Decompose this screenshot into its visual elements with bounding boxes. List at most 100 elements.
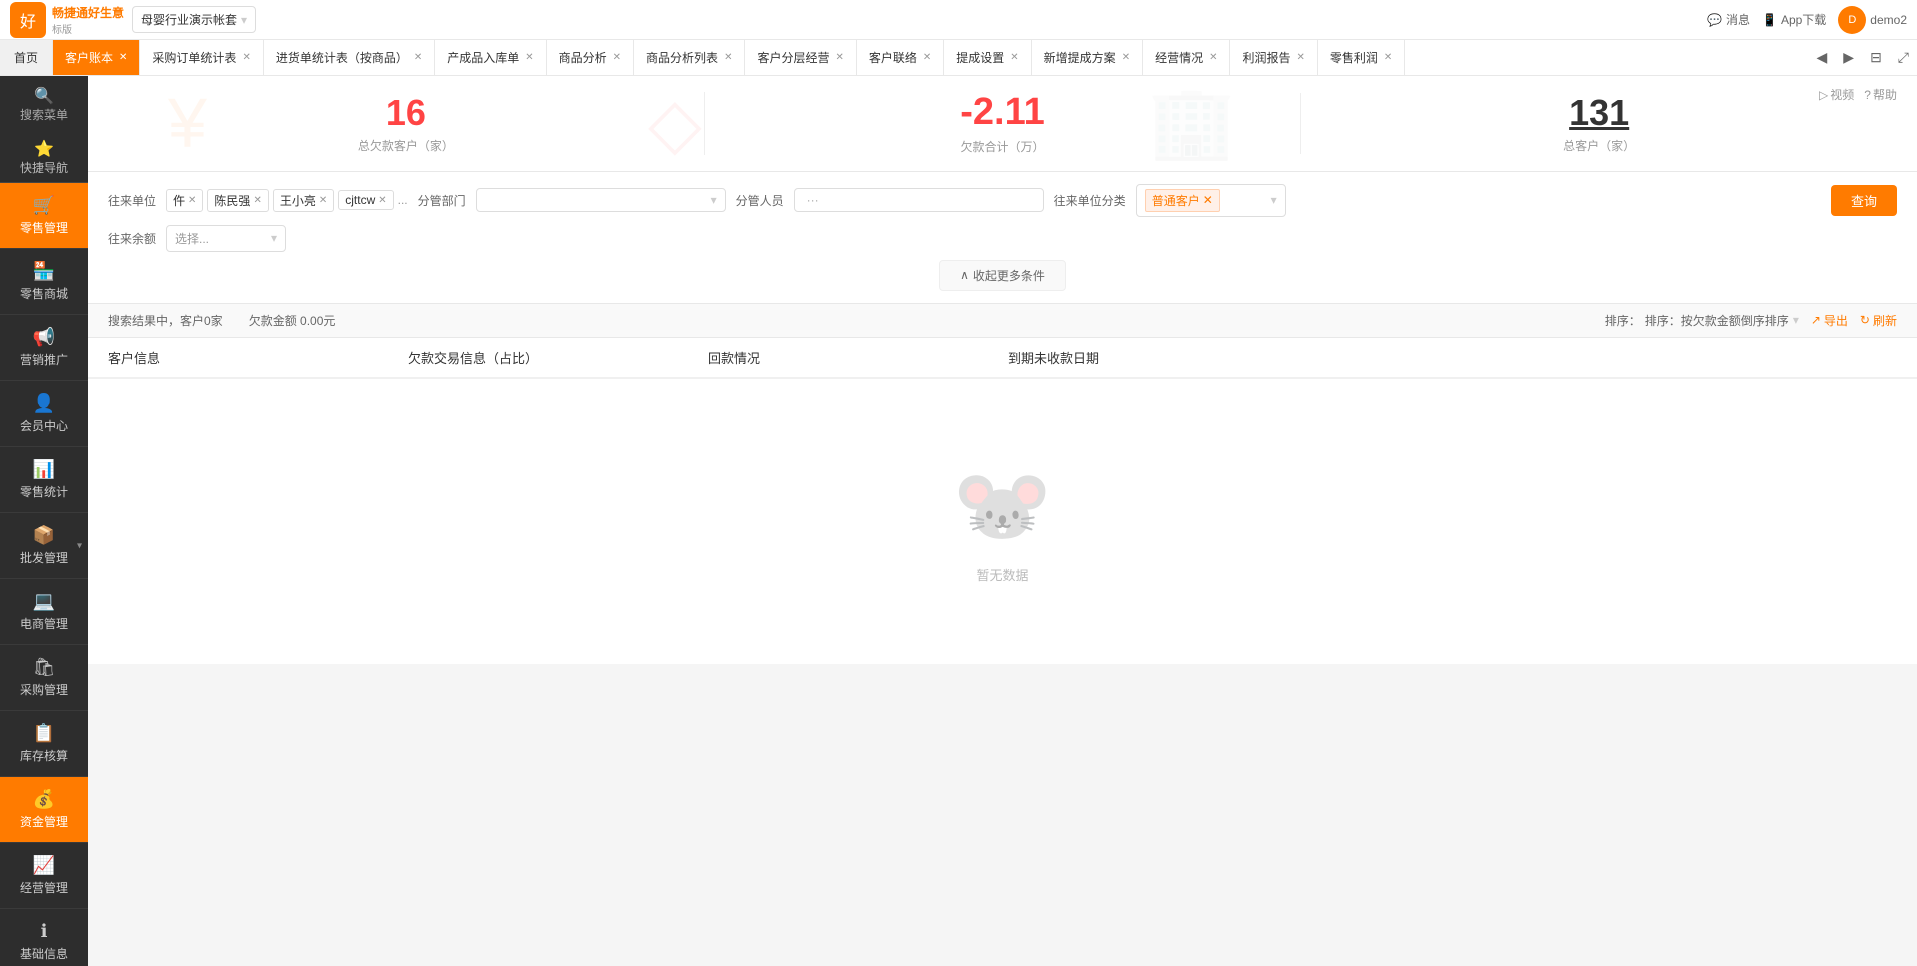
help-button[interactable]: ? 帮助 bbox=[1864, 86, 1897, 103]
filter-tag-chen: 陈民强 ✕ bbox=[207, 189, 268, 212]
tab-expand-icon[interactable]: ⊟ bbox=[1862, 49, 1890, 66]
filter-row-2: 往来余额 选择... ▾ bbox=[108, 225, 1897, 252]
category-filter-label: 往来单位分类 bbox=[1054, 192, 1126, 209]
tab-close-icon[interactable]: ✕ bbox=[613, 52, 621, 63]
tab-close-icon[interactable]: ✕ bbox=[835, 52, 843, 63]
result-bar: 搜索结果中，客户0家 欠款金额 0.00元 排序： 排序：按欠款金额倒序排序 ▾… bbox=[88, 304, 1917, 338]
tab-fullscreen-icon[interactable]: ⤢ bbox=[1890, 49, 1917, 66]
export-icon: ↗ bbox=[1811, 313, 1821, 327]
tab-product-analysis-list[interactable]: 商品分析列表 ✕ bbox=[634, 40, 745, 76]
tab-home[interactable]: 首页 bbox=[0, 40, 53, 76]
collapse-button[interactable]: ∧ 收起更多条件 bbox=[939, 260, 1066, 291]
dept-filter-label: 分管部门 bbox=[418, 192, 466, 209]
sidebar-item-retail-mall[interactable]: 🏪 零售商城 bbox=[0, 249, 88, 315]
tab-close-icon[interactable]: ✕ bbox=[119, 52, 127, 63]
tab-customer-tier[interactable]: 客户分层经营 ✕ bbox=[745, 40, 856, 76]
filter-more-tags[interactable]: ... bbox=[398, 193, 408, 207]
tab-close-icon[interactable]: ✕ bbox=[242, 52, 250, 63]
tab-prev-arrow[interactable]: ◀ bbox=[1809, 49, 1836, 66]
sidebar-item-retail-stats[interactable]: 📊 零售统计 bbox=[0, 447, 88, 513]
tab-close-icon[interactable]: ✕ bbox=[1209, 52, 1217, 63]
sort-arrow-icon: ▾ bbox=[1793, 313, 1799, 327]
balance-placeholder: 选择... bbox=[175, 230, 209, 247]
chevron-down-icon-3: ▾ bbox=[1271, 193, 1277, 207]
app-download-button[interactable]: 📱 App下载 bbox=[1762, 11, 1826, 28]
sidebar-item-operations[interactable]: 📈 经营管理 bbox=[0, 843, 88, 909]
filter-row-1: 往来单位 仵 ✕ 陈民强 ✕ 王小亮 ✕ cjttcw bbox=[108, 184, 1897, 217]
tab-purchase-order[interactable]: 采购订单统计表 ✕ bbox=[140, 40, 263, 76]
tab-customer-ledger[interactable]: 客户账本 ✕ bbox=[53, 40, 140, 76]
tab-next-arrow[interactable]: ▶ bbox=[1835, 49, 1862, 66]
query-button[interactable]: 查询 bbox=[1831, 185, 1897, 216]
stats-section: ¥ ◇ 🏢 16 总欠款客户（家） -2.11 欠款合计（万） 131 总客户（… bbox=[88, 76, 1917, 172]
top-bar: 好 畅捷通好生意 标版 母婴行业演示帐套 ▾ 💬 消息 📱 App下载 D de… bbox=[0, 0, 1917, 40]
tag-close-cjttcw[interactable]: ✕ bbox=[378, 195, 386, 206]
tab-close-icon[interactable]: ✕ bbox=[1122, 52, 1130, 63]
sidebar-item-marketing[interactable]: 📢 营销推广 bbox=[0, 315, 88, 381]
col-due-date: 到期未收款日期 bbox=[1008, 348, 1897, 367]
sidebar-item-inventory[interactable]: 📋 库存核算 bbox=[0, 711, 88, 777]
tab-close-icon[interactable]: ✕ bbox=[1010, 52, 1018, 63]
tab-product-analysis[interactable]: 商品分析 ✕ bbox=[547, 40, 634, 76]
top-bar-right: 💬 消息 📱 App下载 D demo2 bbox=[1707, 6, 1907, 34]
tab-close-icon[interactable]: ✕ bbox=[724, 52, 732, 63]
stat-total-debt: -2.11 欠款合计（万） bbox=[704, 92, 1301, 155]
tab-close-icon[interactable]: ✕ bbox=[525, 52, 533, 63]
tab-close-icon[interactable]: ✕ bbox=[1384, 52, 1392, 63]
stat-label-total: 总客户（家） bbox=[1301, 137, 1897, 154]
finance-icon: 💰 bbox=[0, 789, 88, 810]
sidebar-search[interactable]: 🔍 搜索菜单 bbox=[0, 76, 88, 133]
tab-product-inbound[interactable]: 产成品入库单 ✕ bbox=[435, 40, 546, 76]
sort-selector[interactable]: 排序： 排序：按欠款金额倒序排序 ▾ bbox=[1605, 312, 1799, 329]
logo-icon: 好 bbox=[10, 2, 46, 38]
stat-help-buttons: ▷ 视频 ? 帮助 bbox=[1819, 86, 1897, 103]
tab-inbound-stats[interactable]: 进货单统计表（按商品） ✕ bbox=[264, 40, 435, 76]
user-menu[interactable]: D demo2 bbox=[1838, 6, 1907, 34]
tab-retail-profit[interactable]: 零售利润 ✕ bbox=[1318, 40, 1405, 76]
sidebar-item-member[interactable]: 👤 会员中心 bbox=[0, 381, 88, 447]
tab-commission-settings[interactable]: 提成设置 ✕ bbox=[944, 40, 1031, 76]
mall-icon: 🏪 bbox=[0, 261, 88, 282]
more-icon: ··· bbox=[807, 193, 819, 207]
result-summary: 搜索结果中，客户0家 bbox=[108, 312, 223, 329]
tab-new-commission[interactable]: 新增提成方案 ✕ bbox=[1032, 40, 1143, 76]
tag-close-chen[interactable]: ✕ bbox=[253, 195, 261, 206]
workspace-selector[interactable]: 母婴行业演示帐套 ▾ bbox=[132, 6, 256, 33]
message-button[interactable]: 💬 消息 bbox=[1707, 11, 1750, 28]
result-bar-right: 排序： 排序：按欠款金额倒序排序 ▾ ↗ 导出 ↻ 刷新 bbox=[1605, 312, 1897, 329]
dept-filter-select[interactable]: ▾ bbox=[476, 188, 726, 212]
chevron-down-icon-4: ▾ bbox=[271, 231, 277, 245]
tab-close-icon[interactable]: ✕ bbox=[414, 52, 422, 63]
person-filter-select[interactable]: ··· bbox=[794, 188, 1044, 212]
stat-total-debt-customers: 16 总欠款客户（家） bbox=[108, 93, 704, 154]
sidebar: 🔍 搜索菜单 ⭐ 快捷导航 🛒 零售管理 🏪 零售商城 📢 营销推广 👤 会员中… bbox=[0, 76, 88, 966]
tab-business-status[interactable]: 经营情况 ✕ bbox=[1143, 40, 1230, 76]
ordinary-tag: 普通客户 ✕ bbox=[1145, 189, 1220, 212]
sidebar-item-finance[interactable]: 💰 资金管理 bbox=[0, 777, 88, 843]
tab-profit-report[interactable]: 利润报告 ✕ bbox=[1230, 40, 1317, 76]
export-button[interactable]: ↗ 导出 bbox=[1811, 312, 1848, 329]
sidebar-item-retail[interactable]: 🛒 零售管理 bbox=[0, 183, 88, 249]
sidebar-item-ecommerce[interactable]: 💻 电商管理 bbox=[0, 579, 88, 645]
tag-close-ordinary[interactable]: ✕ bbox=[1203, 193, 1213, 207]
empty-state: 🐭 暂无数据 bbox=[88, 379, 1917, 664]
col-customer-info: 客户信息 bbox=[108, 348, 408, 367]
video-button[interactable]: ▷ 视频 bbox=[1819, 86, 1854, 103]
stat-number-customers: 16 bbox=[108, 93, 704, 133]
refresh-button[interactable]: ↻ 刷新 bbox=[1860, 312, 1897, 329]
tag-close-wang[interactable]: ✕ bbox=[319, 195, 327, 206]
sidebar-item-purchase[interactable]: 🛍 采购管理 bbox=[0, 645, 88, 711]
stat-label-debt: 欠款合计（万） bbox=[705, 138, 1301, 155]
sort-label: 排序： bbox=[1605, 312, 1641, 329]
balance-filter-select[interactable]: 选择... ▾ bbox=[166, 225, 286, 252]
tab-customer-contact[interactable]: 客户联络 ✕ bbox=[857, 40, 944, 76]
person-filter-label: 分管人员 bbox=[736, 192, 784, 209]
category-filter-select[interactable]: 普通客户 ✕ ▾ bbox=[1136, 184, 1286, 217]
tag-close-wu[interactable]: ✕ bbox=[188, 195, 196, 206]
tab-close-icon[interactable]: ✕ bbox=[923, 52, 931, 63]
sidebar-item-basic-info[interactable]: ℹ 基础信息 bbox=[0, 909, 88, 966]
sidebar-item-wholesale[interactable]: 📦 批发管理 ▾ bbox=[0, 513, 88, 579]
tab-close-icon[interactable]: ✕ bbox=[1297, 52, 1305, 63]
sidebar-quick-nav[interactable]: ⭐ 快捷导航 bbox=[0, 133, 88, 183]
chevron-down-icon: ▾ bbox=[711, 193, 717, 207]
